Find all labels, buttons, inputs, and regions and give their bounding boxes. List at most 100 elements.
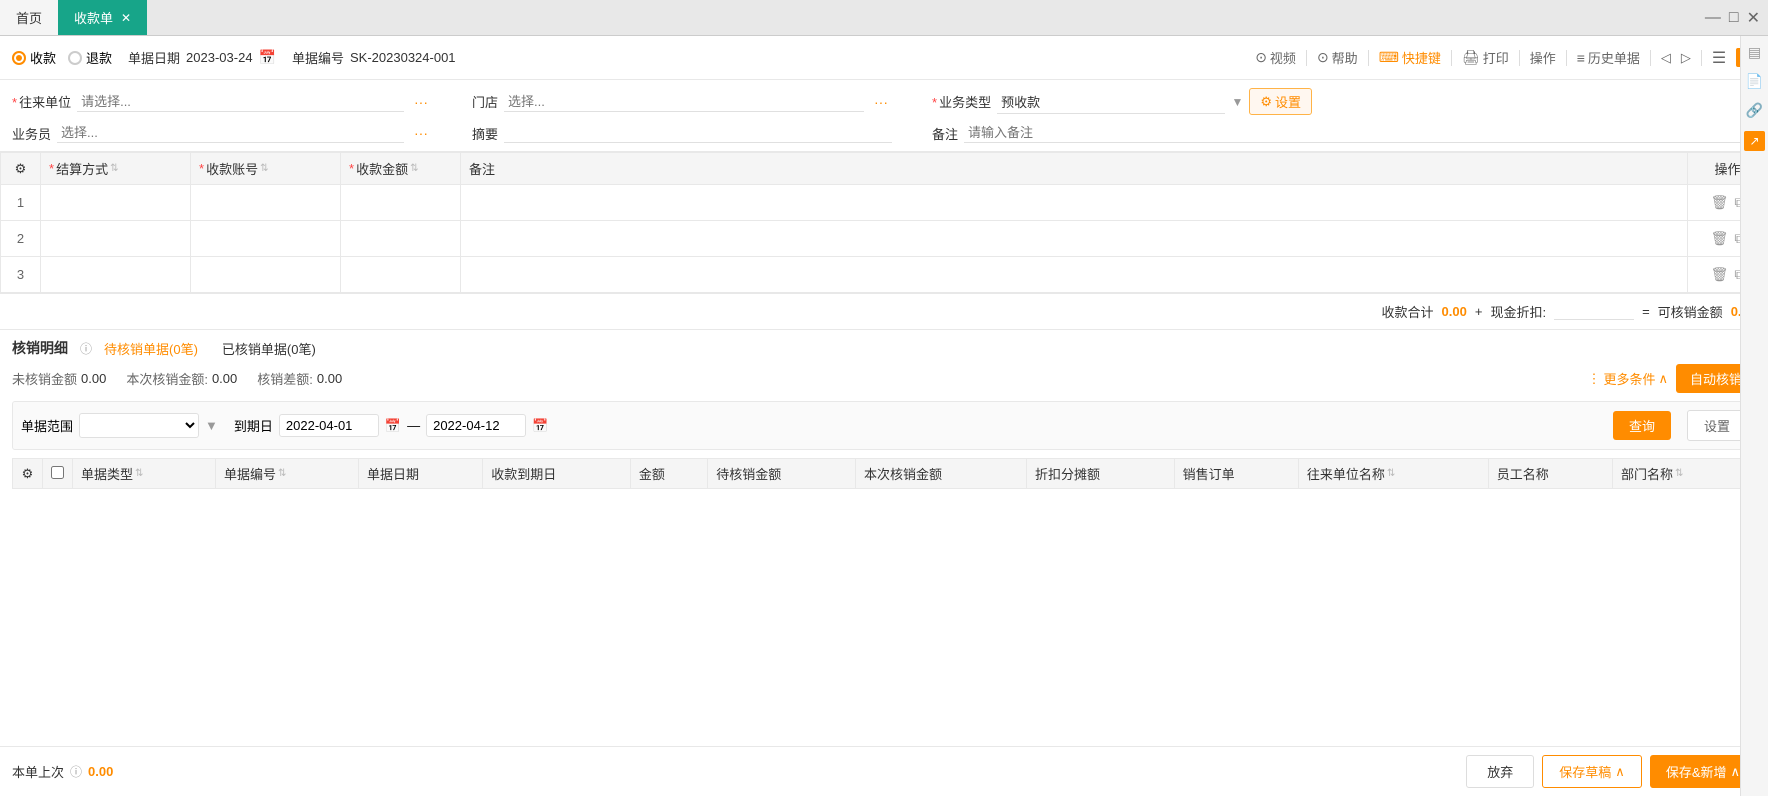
radio-receipt[interactable]: 收款 (12, 48, 56, 67)
summary-input[interactable] (504, 123, 892, 143)
select-all-checkbox[interactable] (51, 466, 64, 479)
partner-input[interactable] (77, 92, 404, 112)
tab-home[interactable]: 首页 (0, 0, 58, 35)
shortcut-btn[interactable]: ⌨ 快捷键 (1379, 48, 1441, 67)
sidebar-table-icon[interactable]: ▤ (1748, 44, 1761, 61)
footer-info-icon[interactable]: ⓘ (70, 763, 82, 780)
divider-2 (1368, 50, 1369, 66)
due-date-start-input[interactable] (279, 414, 379, 437)
due-date-end-input[interactable] (426, 414, 526, 437)
done-tab-link[interactable]: 已核销单据(0笔) (222, 339, 316, 358)
sort-account-icon[interactable]: ⇅ (260, 163, 268, 174)
list-icon[interactable]: ☰ (1712, 48, 1726, 68)
btable-settings-icon[interactable]: ⚙ (22, 466, 34, 481)
history-btn[interactable]: ≡ 历史单据 (1577, 48, 1640, 67)
divider-5 (1566, 50, 1567, 66)
sort-dept-icon[interactable]: ⇅ (1675, 468, 1683, 479)
help-btn[interactable]: ⊙ 帮助 (1317, 48, 1358, 67)
query-button[interactable]: 查询 (1613, 411, 1671, 440)
more-conditions-btn[interactable]: ⋮ 更多条件 ∧ (1587, 369, 1668, 388)
sales-rep-input[interactable] (57, 123, 404, 143)
row3-amount[interactable] (341, 257, 461, 293)
bth-amount: 金额 (630, 459, 707, 489)
row2-note[interactable] (461, 221, 1688, 257)
sort-doc-num-icon[interactable]: ⇅ (278, 468, 286, 479)
sort-payment-icon[interactable]: ⇅ (110, 163, 118, 174)
section-title-row: 核销明细 ⓘ 待核销单据(0笔) 已核销单据(0笔) (12, 338, 1756, 358)
sort-amount-icon[interactable]: ⇅ (410, 163, 418, 174)
biz-type-arrow-icon[interactable]: ▼ (1231, 95, 1243, 109)
row1-account[interactable] (191, 185, 341, 221)
tab-receipt[interactable]: 收款单 ✕ (58, 0, 147, 35)
tab-close-icon[interactable]: ✕ (121, 11, 131, 25)
biz-type-field: 业务类型 预收款 ▼ ⚙ 设置 (932, 88, 1312, 115)
plus-sign: + (1475, 304, 1483, 319)
bth-settings[interactable]: ⚙ (13, 459, 43, 489)
row1-amount[interactable] (341, 185, 461, 221)
calendar-end-icon[interactable]: 📅 (532, 418, 548, 434)
row3-payment[interactable] (41, 257, 191, 293)
settings-button[interactable]: ⚙ 设置 (1249, 88, 1312, 115)
table-settings-button[interactable]: 设置 (1687, 410, 1747, 441)
receipts-table: ⚙ * 结算方式 ⇅ * 收款账号 ⇅ (0, 152, 1768, 293)
bottom-section: 核销明细 ⓘ 待核销单据(0笔) 已核销单据(0笔) 未核销金额 0.00 本次… (0, 330, 1768, 746)
th-settings[interactable]: ⚙ (1, 153, 41, 185)
note-input[interactable] (964, 123, 1756, 143)
save-new-label: 保存&新增 (1666, 762, 1727, 781)
row1-delete-icon[interactable]: 🗑 (1711, 194, 1729, 211)
save-draft-button[interactable]: 保存草稿 ∧ (1542, 755, 1642, 788)
sort-partner-icon[interactable]: ⇅ (1387, 468, 1395, 479)
discard-button[interactable]: 放弃 (1466, 755, 1534, 788)
store-more-icon[interactable]: ··· (870, 94, 892, 110)
close-window-icon[interactable]: ✕ (1747, 8, 1760, 28)
sort-doc-type-icon[interactable]: ⇅ (135, 468, 143, 479)
row2-delete-icon[interactable]: 🗑 (1711, 230, 1729, 247)
divider-6 (1650, 50, 1651, 66)
pending-tab-link[interactable]: 待核销单据(0笔) (104, 339, 198, 358)
table-settings-icon[interactable]: ⚙ (15, 161, 27, 176)
row3-account[interactable] (191, 257, 341, 293)
row2-amount[interactable] (341, 221, 461, 257)
maximize-icon[interactable]: □ (1729, 9, 1739, 27)
range-select[interactable] (79, 413, 199, 438)
discount-label: 现金折扣: (1490, 302, 1546, 321)
diff-value: 0.00 (317, 371, 342, 386)
section-info-icon[interactable]: ⓘ (80, 340, 92, 357)
discount-input[interactable] (1554, 304, 1634, 320)
partner-more-icon[interactable]: ··· (410, 94, 432, 110)
tab-home-label: 首页 (16, 8, 42, 27)
ops-btn[interactable]: 操作 (1530, 48, 1556, 67)
radio-refund[interactable]: 退款 (68, 48, 112, 67)
radio-receipt-label: 收款 (30, 48, 56, 67)
sidebar-expand-icon[interactable]: ↗ (1744, 131, 1764, 151)
row2-account[interactable] (191, 221, 341, 257)
row2-payment[interactable] (41, 221, 191, 257)
nav-prev-icon[interactable]: ◁ (1661, 50, 1671, 66)
minimize-icon[interactable]: — (1705, 9, 1721, 27)
summary-label: 摘要 (472, 124, 498, 143)
row1-payment[interactable] (41, 185, 191, 221)
video-btn[interactable]: ⊙ 视频 (1255, 48, 1296, 67)
range-arrow-icon[interactable]: ▼ (205, 418, 218, 433)
row3-delete-icon[interactable]: 🗑 (1711, 266, 1729, 283)
sidebar-doc-icon[interactable]: 📄 (1746, 73, 1763, 90)
row3-note[interactable] (461, 257, 1688, 293)
print-btn[interactable]: 🖨 打印 (1462, 48, 1509, 67)
row1-note[interactable] (461, 185, 1688, 221)
table-row: 1 🗑 ⧉ (1, 185, 1768, 221)
date-label: 单据日期 (128, 48, 180, 67)
current-verify-label: 本次核销金额: (126, 369, 208, 388)
bth-due-date: 收款到期日 (483, 459, 631, 489)
row-num-2: 2 (1, 221, 41, 257)
th-account: * 收款账号 ⇅ (191, 153, 341, 185)
store-input[interactable] (504, 92, 864, 112)
calendar-start-icon[interactable]: 📅 (385, 418, 401, 434)
sidebar-link-icon[interactable]: 🔗 (1746, 102, 1763, 119)
sales-rep-more-icon[interactable]: ··· (410, 125, 432, 141)
calendar-icon[interactable]: 📅 (259, 49, 276, 66)
nav-next-icon[interactable]: ▷ (1681, 50, 1691, 66)
bth-doc-type-label: 单据类型 (81, 464, 133, 483)
bth-partner-name: 往来单位名称 ⇅ (1298, 459, 1488, 489)
partner-field: 往来单位 ··· (12, 92, 432, 112)
note-field: 备注 (932, 123, 1756, 143)
